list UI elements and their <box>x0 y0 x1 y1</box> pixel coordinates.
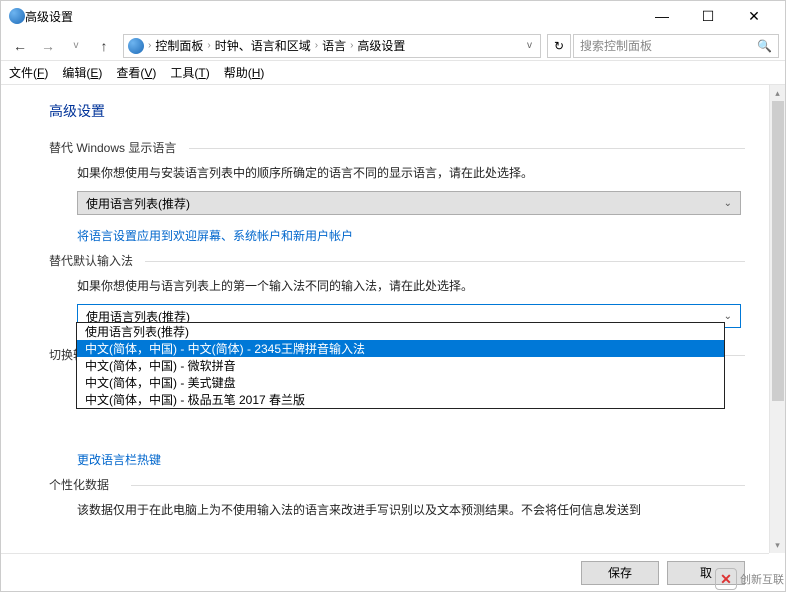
control-panel-icon <box>9 8 25 24</box>
footer: 保存 取 <box>1 553 769 591</box>
section-title-input-method: 替代默认输入法 <box>49 252 745 269</box>
cancel-button[interactable]: 取 <box>667 561 745 585</box>
scroll-thumb[interactable] <box>772 101 784 401</box>
scroll-down-icon[interactable]: ▾ <box>770 537 785 553</box>
up-button[interactable]: ↑ <box>91 33 117 59</box>
desc-input-method: 如果你想使用与语言列表上的第一个输入法不同的输入法，请在此处选择。 <box>77 277 745 294</box>
menubar: 文件(F) 编辑(E) 查看(V) 工具(T) 帮助(H) <box>1 61 785 85</box>
search-input[interactable]: 搜索控制面板 🔍 <box>573 34 779 58</box>
option-microsoft-pinyin[interactable]: 中文(简体，中国) - 微软拼音 <box>77 357 724 374</box>
content-wrap: 高级设置 替代 Windows 显示语言 如果你想使用与安装语言列表中的顺序所确… <box>1 85 785 553</box>
menu-edit[interactable]: 编辑(E) <box>62 64 102 81</box>
display-language-select[interactable]: 使用语言列表(推荐) ⌄ <box>77 191 741 215</box>
section-personalization: 个性化数据 该数据仅用于在此电脑上为不使用输入法的语言来改进手写识别以及文本预测… <box>49 476 745 518</box>
nav-toolbar: ← → v ↑ › 控制面板 › 时钟、语言和区域 › 语言 › 高级设置 v … <box>1 31 785 61</box>
chevron-icon: › <box>148 40 151 51</box>
input-method-dropdown-list: 使用语言列表(推荐) 中文(简体，中国) - 中文(简体) - 2345王牌拼音… <box>76 322 725 409</box>
save-button[interactable]: 保存 <box>581 561 659 585</box>
forward-button[interactable]: → <box>35 33 61 59</box>
window: 高级设置 — ☐ ✕ ← → v ↑ › 控制面板 › 时钟、语言和区域 › 语… <box>0 0 786 592</box>
refresh-button[interactable]: ↻ <box>547 34 571 58</box>
maximize-button[interactable]: ☐ <box>685 1 731 31</box>
content: 高级设置 替代 Windows 显示语言 如果你想使用与安装语言列表中的顺序所确… <box>1 85 769 553</box>
scroll-up-icon[interactable]: ▴ <box>770 85 785 101</box>
chevron-down-icon: ⌄ <box>724 198 732 209</box>
close-button[interactable]: ✕ <box>731 1 777 31</box>
search-placeholder: 搜索控制面板 <box>580 37 652 54</box>
back-button[interactable]: ← <box>7 33 33 59</box>
link-apply-to-welcome-screen[interactable]: 将语言设置应用到欢迎屏幕、系统帐户和新用户帐户 <box>77 227 745 244</box>
option-2345-pinyin[interactable]: 中文(简体，中国) - 中文(简体) - 2345王牌拼音输入法 <box>77 340 724 357</box>
desc-display-language: 如果你想使用与安装语言列表中的顺序所确定的语言不同的显示语言，请在此处选择。 <box>77 164 745 181</box>
option-use-language-list[interactable]: 使用语言列表(推荐) <box>77 323 724 340</box>
address-bar[interactable]: › 控制面板 › 时钟、语言和区域 › 语言 › 高级设置 v <box>123 34 541 58</box>
breadcrumb-clock-language-region[interactable]: 时钟、语言和区域 <box>215 37 311 54</box>
addr-icon <box>128 38 144 54</box>
breadcrumb-language[interactable]: 语言 <box>322 37 346 54</box>
chevron-icon: › <box>207 40 210 51</box>
section-title-display-language: 替代 Windows 显示语言 <box>49 139 745 156</box>
display-language-value: 使用语言列表(推荐) <box>86 195 190 212</box>
section-display-language: 替代 Windows 显示语言 如果你想使用与安装语言列表中的顺序所确定的语言不… <box>49 139 745 244</box>
minimize-button[interactable]: — <box>639 1 685 31</box>
chevron-down-icon: ⌄ <box>724 311 732 322</box>
breadcrumb-advanced[interactable]: 高级设置 <box>357 37 405 54</box>
desc-personalization: 该数据仅用于在此电脑上为不使用输入法的语言来改进手写识别以及文本预测结果。不会将… <box>77 501 745 518</box>
menu-file[interactable]: 文件(F) <box>9 64 48 81</box>
titlebar: 高级设置 — ☐ ✕ <box>1 1 785 31</box>
vertical-scrollbar[interactable]: ▴ ▾ <box>769 85 785 553</box>
section-title-personalization: 个性化数据 <box>49 476 745 493</box>
menu-tools[interactable]: 工具(T) <box>170 64 209 81</box>
option-us-keyboard[interactable]: 中文(简体，中国) - 美式键盘 <box>77 374 724 391</box>
section-input-method: 替代默认输入法 如果你想使用与语言列表上的第一个输入法不同的输入法，请在此处选择… <box>49 252 745 328</box>
page-title: 高级设置 <box>49 101 745 121</box>
chevron-icon: › <box>350 40 353 51</box>
chevron-down-icon[interactable]: v <box>523 40 536 51</box>
option-jipin-wubi[interactable]: 中文(简体，中国) - 极品五笔 2017 春兰版 <box>77 391 724 408</box>
window-title: 高级设置 <box>25 8 639 25</box>
search-icon: 🔍 <box>757 39 772 53</box>
recent-locations-button[interactable]: v <box>63 33 89 59</box>
menu-help[interactable]: 帮助(H) <box>224 64 265 81</box>
breadcrumb-control-panel[interactable]: 控制面板 <box>155 37 203 54</box>
chevron-icon: › <box>315 40 318 51</box>
menu-view[interactable]: 查看(V) <box>116 64 156 81</box>
window-controls: — ☐ ✕ <box>639 1 777 31</box>
link-change-hotkeys[interactable]: 更改语言栏热键 <box>77 451 745 468</box>
